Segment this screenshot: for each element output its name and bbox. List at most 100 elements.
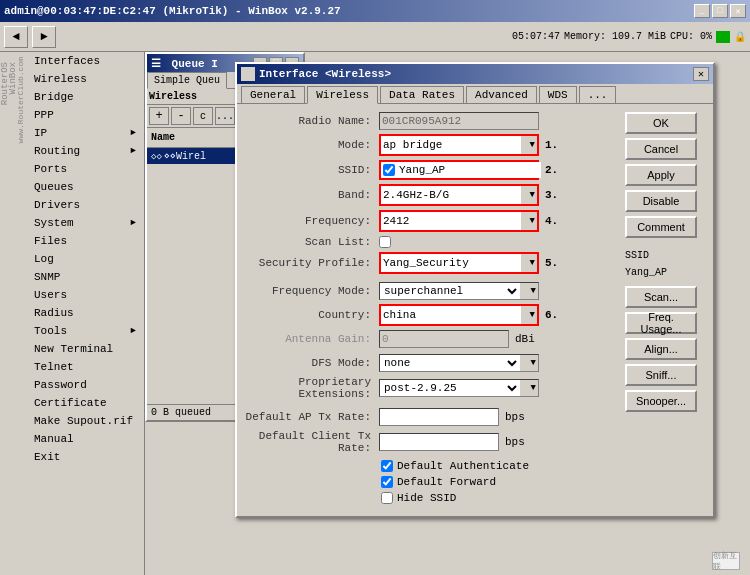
bottom-checkboxes: Default Authenticate Default Forward Hid… — [245, 460, 617, 504]
scan-button[interactable]: Scan... — [625, 286, 697, 308]
sidebar-item-drivers[interactable]: Drivers — [26, 196, 144, 214]
country-select[interactable]: china — [381, 306, 521, 324]
proprietary-label: Proprietary Extensions: — [245, 376, 375, 400]
dfs-mode-select[interactable]: none — [380, 355, 520, 371]
sidebar-item-make-supout[interactable]: Make Supout.rif — [26, 412, 144, 430]
remove-if-button[interactable]: - — [171, 107, 191, 125]
antenna-gain-input[interactable] — [379, 330, 509, 348]
btn-spacer — [625, 242, 705, 246]
ssid-checkbox[interactable] — [383, 164, 395, 176]
sniff-button[interactable]: Sniff... — [625, 364, 697, 386]
sidebar-item-manual[interactable]: Manual — [26, 430, 144, 448]
apply-button[interactable]: Apply — [625, 164, 697, 186]
cancel-button[interactable]: Cancel — [625, 138, 697, 160]
close-button[interactable]: ✕ — [730, 4, 746, 18]
snooper-button[interactable]: Snooper... — [625, 390, 697, 412]
forward-button[interactable]: ► — [32, 26, 56, 48]
dfs-mode-label: DFS Mode: — [245, 357, 375, 369]
dialog-title-bar: Interface <Wireless> ✕ — [237, 64, 713, 84]
default-forward-checkbox[interactable] — [381, 476, 393, 488]
watermark-logo: 创新互联 — [712, 552, 740, 570]
default-authenticate-checkbox[interactable] — [381, 460, 393, 472]
sidebar-item-interfaces[interactable]: Interfaces — [26, 52, 144, 70]
tab-more[interactable]: ... — [579, 86, 617, 103]
security-profile-select[interactable]: Yang_Security — [381, 254, 521, 272]
tab-advanced[interactable]: Advanced — [466, 86, 537, 103]
proprietary-select[interactable]: post-2.9.25 — [380, 380, 520, 396]
comment-button[interactable]: Comment — [625, 216, 697, 238]
tab-general[interactable]: General — [241, 86, 305, 103]
mode-select[interactable]: ap bridge — [381, 136, 521, 154]
sidebar: RouterOS WinBox www.RouterClub.com Inter… — [0, 52, 145, 575]
sidebar-item-bridge[interactable]: Bridge — [26, 88, 144, 106]
country-label: Country: — [245, 309, 375, 321]
copy-if-button[interactable]: c — [193, 107, 213, 125]
sidebar-item-certificate[interactable]: Certificate — [26, 394, 144, 412]
frequency-select[interactable]: 2412 — [381, 212, 521, 230]
frequency-mode-label: Frequency Mode: — [245, 285, 375, 297]
back-button[interactable]: ◄ — [4, 26, 28, 48]
sidebar-item-wireless[interactable]: Wireless — [26, 70, 144, 88]
window-title: admin@00:03:47:DE:C2:47 (MikroTik) - Win… — [4, 5, 341, 17]
sidebar-item-queues[interactable]: Queues — [26, 178, 144, 196]
props-if-button[interactable]: ... — [215, 107, 235, 125]
sidebar-item-password[interactable]: Password — [26, 376, 144, 394]
minimize-button[interactable]: _ — [694, 4, 710, 18]
band-select[interactable]: 2.4GHz-B/G — [381, 186, 521, 204]
ok-button[interactable]: OK — [625, 112, 697, 134]
dialog-close-button[interactable]: ✕ — [693, 67, 709, 81]
sidebar-item-tools[interactable]: Tools ► — [26, 322, 144, 340]
scan-list-checkbox[interactable] — [379, 236, 391, 248]
sidebar-item-exit[interactable]: Exit — [26, 448, 144, 466]
default-client-tx-input[interactable] — [379, 433, 499, 451]
sidebar-item-snmp[interactable]: SNMP — [26, 268, 144, 286]
tools-arrow: ► — [131, 326, 136, 336]
hide-ssid-row: Hide SSID — [245, 492, 617, 504]
default-ap-tx-label: Default AP Tx Rate: — [245, 411, 375, 423]
default-authenticate-row: Default Authenticate — [245, 460, 617, 472]
interfaces-section-label: Wireless — [149, 91, 197, 102]
sidebar-item-ports[interactable]: Ports — [26, 160, 144, 178]
hide-ssid-checkbox[interactable] — [381, 492, 393, 504]
sidebar-item-system[interactable]: System ► — [26, 214, 144, 232]
security-profile-row: Security Profile: Yang_Security ▼ 5. — [245, 252, 617, 274]
hide-ssid-label: Hide SSID — [397, 492, 456, 504]
dfs-mode-row: DFS Mode: none ▼ — [245, 354, 617, 372]
frequency-mode-select[interactable]: superchannel — [380, 283, 520, 299]
country-number: 6. — [545, 309, 558, 321]
tab-data-rates[interactable]: Data Rates — [380, 86, 464, 103]
watermark: 创新互联 — [712, 552, 740, 570]
default-client-tx-unit: bps — [505, 436, 525, 448]
sidebar-item-ip[interactable]: IP ► — [26, 124, 144, 142]
ip-arrow: ► — [131, 128, 136, 138]
sidebar-item-files[interactable]: Files — [26, 232, 144, 250]
form-area: Radio Name: Mode: ap bridge ▼ 1. — [245, 112, 617, 508]
sidebar-item-routing[interactable]: Routing ► — [26, 142, 144, 160]
sidebar-item-radius[interactable]: Radius — [26, 304, 144, 322]
tab-wireless[interactable]: Wireless — [307, 86, 378, 104]
scan-list-row: Scan List: — [245, 236, 617, 248]
sidebar-item-log[interactable]: Log — [26, 250, 144, 268]
maximize-button[interactable]: □ — [712, 4, 728, 18]
queue-tab-simple[interactable]: Simple Queu — [147, 72, 227, 89]
title-bar-buttons: _ □ ✕ — [694, 4, 746, 18]
ssid-input[interactable] — [397, 162, 541, 178]
mode-row: Mode: ap bridge ▼ 1. — [245, 134, 617, 156]
sidebar-item-ppp[interactable]: PPP — [26, 106, 144, 124]
sidebar-item-new-terminal[interactable]: New Terminal — [26, 340, 144, 358]
sidebar-item-users[interactable]: Users — [26, 286, 144, 304]
sidebar-item-telnet[interactable]: Telnet — [26, 358, 144, 376]
default-authenticate-label: Default Authenticate — [397, 460, 529, 472]
main-layout: RouterOS WinBox www.RouterClub.com Inter… — [0, 52, 750, 575]
add-if-button[interactable]: + — [149, 107, 169, 125]
tab-wds[interactable]: WDS — [539, 86, 577, 103]
dialog-title-text: Interface <Wireless> — [259, 68, 391, 80]
radio-name-input[interactable] — [379, 112, 539, 130]
security-profile-label: Security Profile: — [245, 257, 375, 269]
default-client-tx-row: Default Client Tx Rate: bps — [245, 430, 617, 454]
align-button[interactable]: Align... — [625, 338, 697, 360]
freq-usage-button[interactable]: Freq. Usage... — [625, 312, 697, 334]
default-ap-tx-input[interactable] — [379, 408, 499, 426]
disable-button[interactable]: Disable — [625, 190, 697, 212]
band-row: Band: 2.4GHz-B/G ▼ 3. — [245, 184, 617, 206]
